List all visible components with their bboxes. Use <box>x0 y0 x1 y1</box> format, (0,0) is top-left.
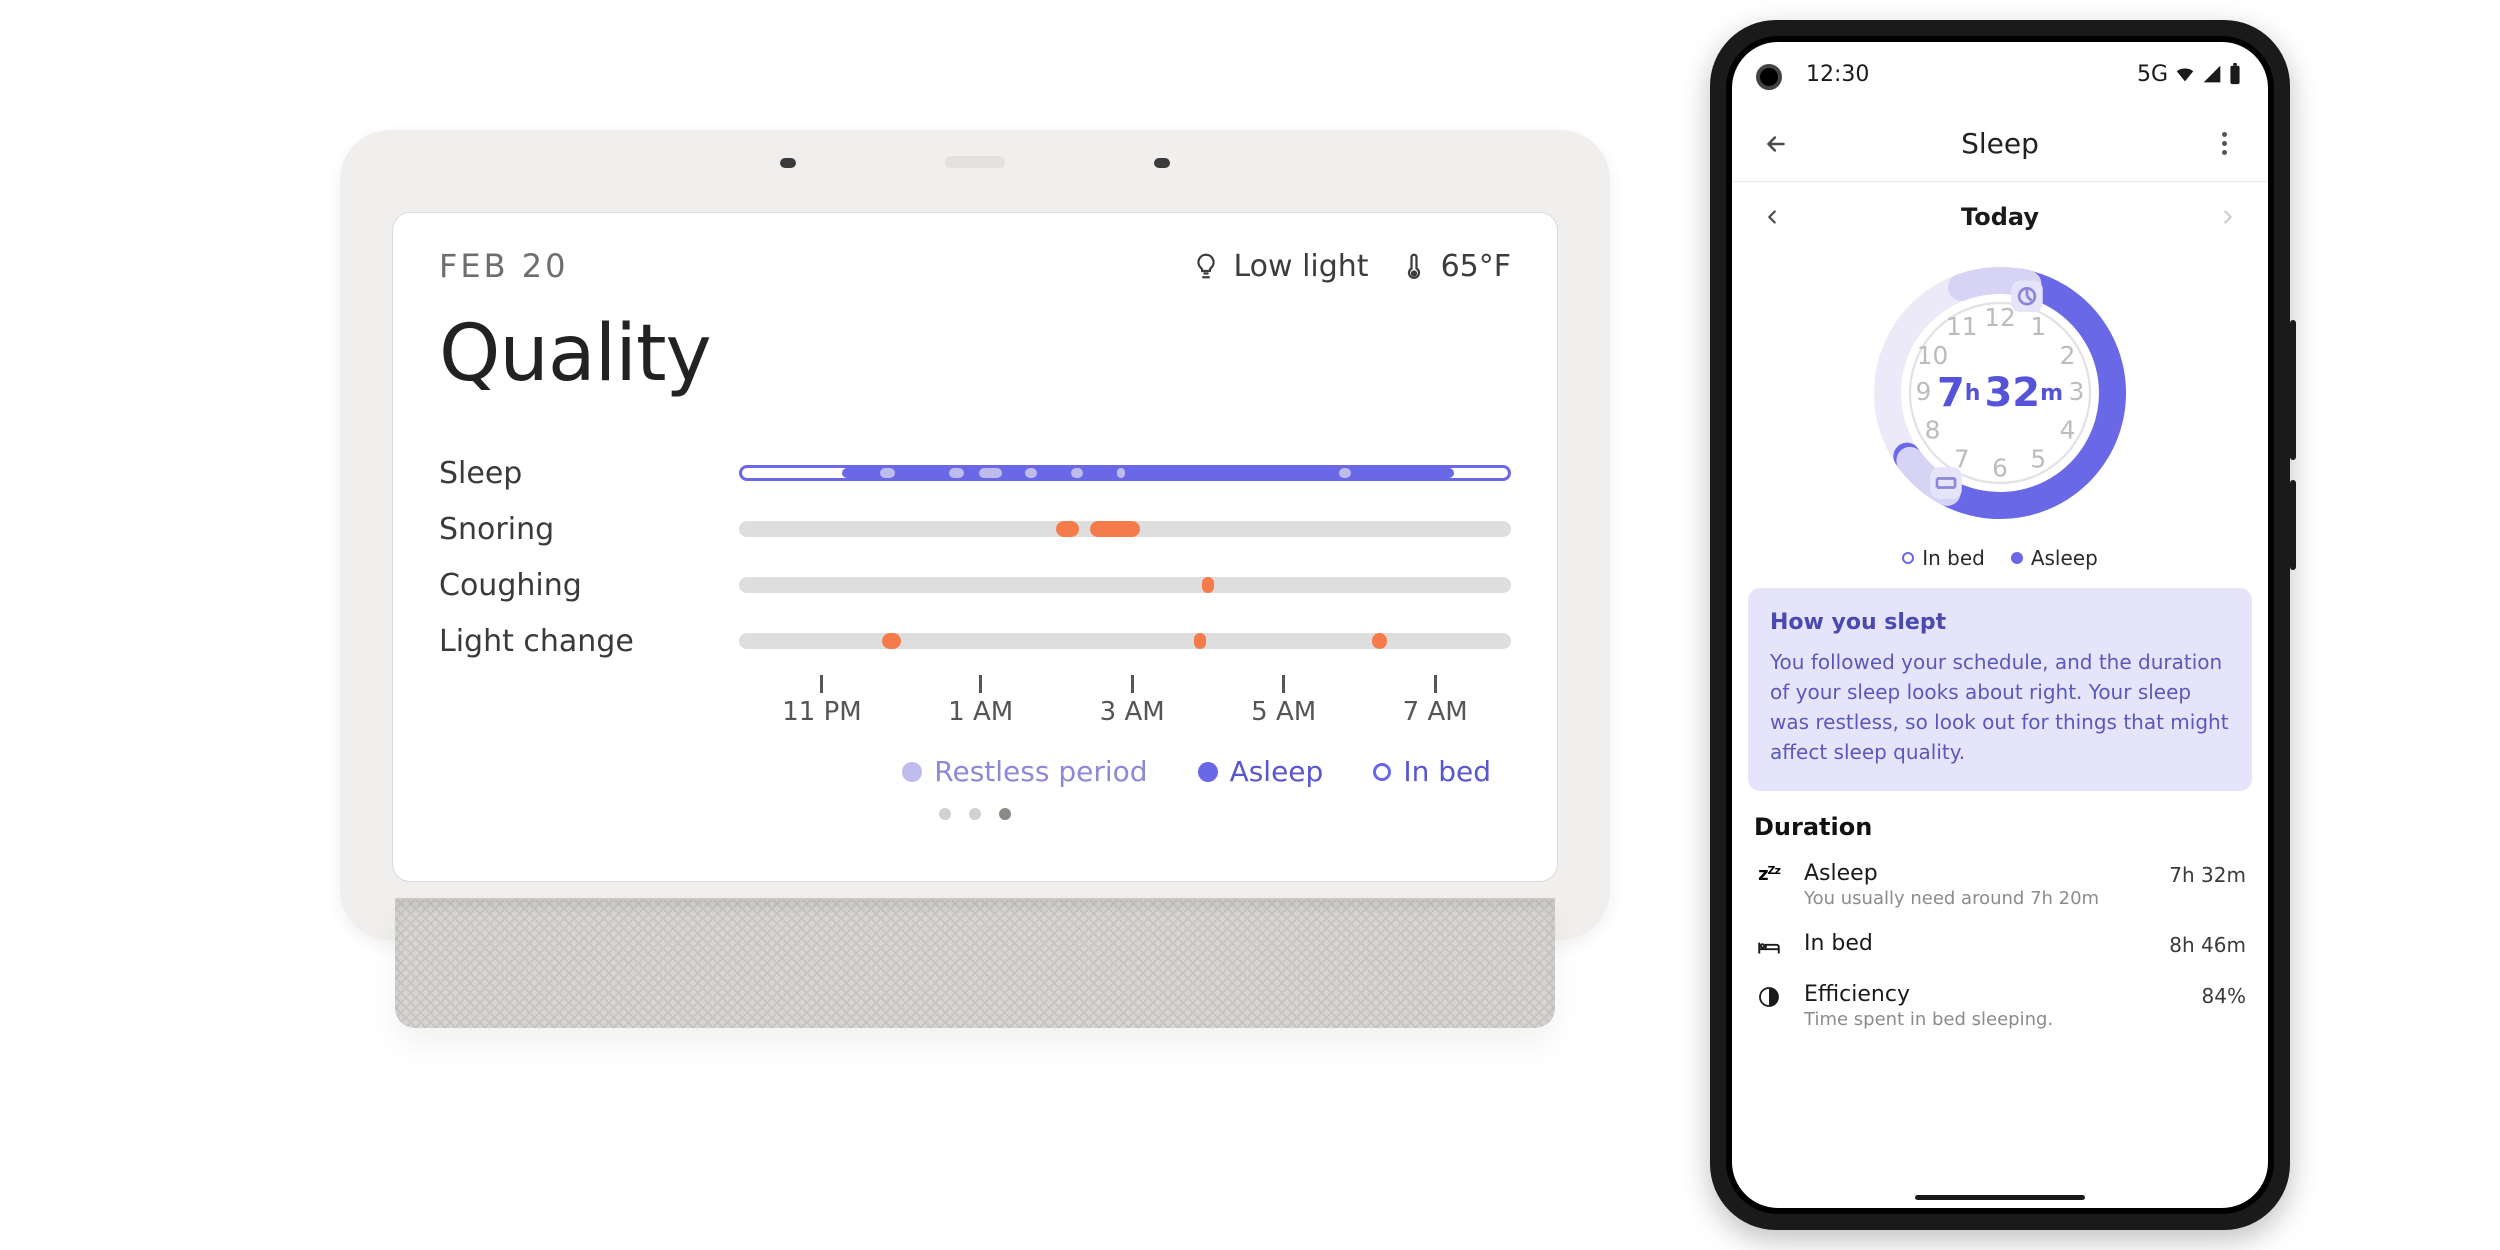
legend-restless: Restless period <box>934 755 1147 788</box>
temp-label: 65°F <box>1441 249 1511 284</box>
row-sub: Time spent in bed sleeping. <box>1804 1009 2182 1030</box>
dial-h-unit: h <box>1965 381 1981 406</box>
axis-tick: 1 AM <box>948 675 1013 727</box>
legend-inbed: In bed <box>1403 755 1491 788</box>
sleep-zzz-icon: zZz <box>1754 861 1784 885</box>
page-indicator[interactable] <box>439 808 1511 820</box>
track-bar-coughing <box>739 577 1511 593</box>
prev-day-button[interactable] <box>1754 199 1790 235</box>
row-asleep[interactable]: zZz Asleep You usually need around 7h 20… <box>1732 853 2268 923</box>
overflow-button[interactable] <box>2206 126 2242 162</box>
row-value: 7h 32m <box>2169 861 2246 887</box>
duration-header: Duration <box>1732 791 2268 853</box>
track-label-sleep: Sleep <box>439 456 699 491</box>
sleep-dial: 1212 345 678 91011 7h 32m <box>1865 258 2135 528</box>
battery-icon <box>2228 63 2242 85</box>
date-label: Today <box>1790 203 2210 231</box>
quality-timeline: Sleep Sno <box>439 445 1511 820</box>
thermometer-icon <box>1399 251 1429 281</box>
row-value: 8h 46m <box>2169 931 2246 957</box>
row-inbed[interactable]: In bed 8h 46m <box>1732 923 2268 974</box>
next-day-button[interactable] <box>2210 199 2246 235</box>
light-label: Low light <box>1233 249 1368 284</box>
dial-minutes: 32 <box>1984 370 2040 416</box>
dial-m-unit: m <box>2040 381 2063 406</box>
app-bar: Sleep <box>1732 106 2268 182</box>
appbar-title: Sleep <box>1794 127 2206 160</box>
axis-tick: 11 PM <box>782 675 861 727</box>
back-button[interactable] <box>1758 126 1794 162</box>
row-title: Asleep <box>1804 861 2149 886</box>
row-efficiency[interactable]: Efficiency Time spent in bed sleeping. 8… <box>1732 974 2268 1044</box>
chevron-right-icon <box>2217 206 2239 228</box>
bed-icon <box>1756 934 1782 960</box>
nest-hub-device: FEB 20 Low light 65°F Quality Sle <box>340 130 1610 940</box>
axis-tick: 7 AM <box>1403 675 1468 727</box>
legend-asleep: Asleep <box>1230 755 1324 788</box>
front-camera <box>1756 64 1782 90</box>
dial-legend-asleep: Asleep <box>2031 546 2098 570</box>
wifi-icon <box>2174 63 2196 85</box>
temp-sensor-chip: 65°F <box>1399 249 1511 284</box>
hub-speaker-base <box>395 898 1555 1028</box>
axis-tick: 3 AM <box>1100 675 1165 727</box>
track-bar-lightchange <box>739 633 1511 649</box>
status-bar: 12:30 5G <box>1732 42 2268 106</box>
track-label-lightchange: Light change <box>439 624 699 659</box>
signal-icon <box>2202 64 2222 84</box>
track-label-coughing: Coughing <box>439 568 699 603</box>
dial-legend: In bed Asleep <box>1732 546 2268 588</box>
track-label-snoring: Snoring <box>439 512 699 547</box>
row-sub: You usually need around 7h 20m <box>1804 888 2149 909</box>
timeline-axis: 11 PM 1 AM 3 AM 5 AM 7 AM <box>739 669 1511 727</box>
dial-hours: 7 <box>1937 370 1965 416</box>
timeline-legend: Restless period Asleep In bed <box>439 755 1491 788</box>
track-bar-sleep <box>739 465 1511 481</box>
phone-device: 12:30 5G Sleep <box>1710 20 2290 1230</box>
row-title: Efficiency <box>1804 982 2182 1007</box>
status-time: 12:30 <box>1806 62 1869 87</box>
how-you-slept-card[interactable]: How you slept You followed your schedule… <box>1748 588 2252 791</box>
hub-screen: FEB 20 Low light 65°F Quality Sle <box>392 212 1558 882</box>
chevron-left-icon <box>1761 206 1783 228</box>
track-bar-snoring <box>739 521 1511 537</box>
arrow-left-icon <box>1763 131 1789 157</box>
row-value: 84% <box>2202 982 2246 1008</box>
efficiency-icon <box>1757 985 1781 1009</box>
hub-date: FEB 20 <box>439 247 568 285</box>
network-label: 5G <box>2137 62 2168 87</box>
kebab-icon <box>2222 132 2227 155</box>
gesture-bar[interactable] <box>1915 1195 2085 1200</box>
row-title: In bed <box>1804 931 2149 956</box>
light-sensor-chip: Low light <box>1191 249 1368 284</box>
card-title: How you slept <box>1770 610 2230 635</box>
dial-legend-inbed: In bed <box>1922 546 1985 570</box>
card-body: You followed your schedule, and the dura… <box>1770 647 2230 767</box>
axis-tick: 5 AM <box>1251 675 1316 727</box>
hub-title: Quality <box>439 309 1511 399</box>
bulb-icon <box>1191 251 1221 281</box>
